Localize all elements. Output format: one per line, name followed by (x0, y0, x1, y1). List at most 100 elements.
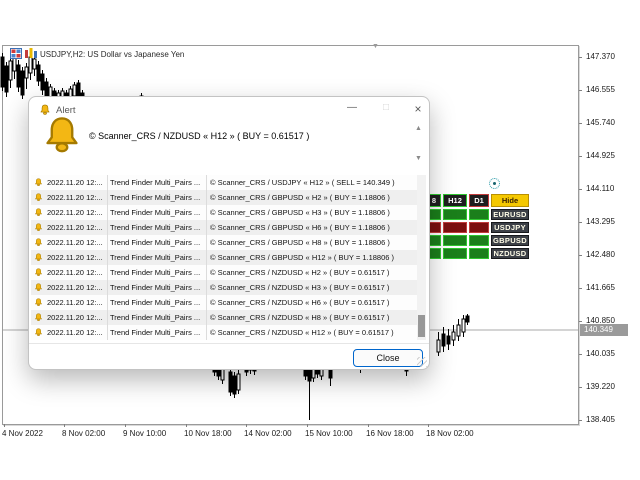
chart-type-icon[interactable] (25, 48, 37, 61)
resize-grip[interactable] (417, 357, 427, 367)
symbols-grid-icon[interactable] (10, 48, 22, 61)
close-button[interactable]: Close (353, 349, 423, 367)
time-axis-label: 10 Nov 18:00 (184, 429, 232, 438)
pair-label[interactable]: USDJPY (491, 222, 529, 233)
alert-time: 2022.11.20 12:... (47, 310, 108, 325)
minimize-icon[interactable]: — (343, 102, 361, 113)
alert-source: Trend Finder Multi_Pairs ... (108, 325, 207, 340)
close-icon[interactable]: × (409, 102, 427, 116)
bell-icon (31, 283, 47, 292)
alert-time: 2022.11.20 12:... (47, 295, 108, 310)
price-tick (579, 123, 582, 124)
pair-label[interactable]: GBPUSD (491, 235, 529, 246)
alert-row[interactable]: 2022.11.20 12:... Trend Finder Multi_Pair… (31, 205, 417, 220)
price-tick (579, 90, 582, 91)
divider (29, 343, 429, 344)
time-axis-label: 9 Nov 10:00 (123, 429, 167, 438)
alert-time: 2022.11.20 12:... (47, 235, 108, 250)
signal-cell[interactable] (443, 209, 467, 220)
alert-row[interactable]: 2022.11.20 12:... Trend Finder Multi_Pair… (31, 250, 417, 265)
metatrader-window: USDJPY,H2: US Dollar vs Japanese Yen ▼ 1… (0, 0, 640, 480)
alert-source: Trend Finder Multi_Pairs ... (108, 205, 207, 220)
alert-row[interactable]: 2022.11.20 12:... Trend Finder Multi_Pair… (31, 175, 417, 190)
price-tick (579, 321, 582, 322)
alert-time: 2022.11.20 12:... (47, 325, 108, 340)
alert-source: Trend Finder Multi_Pairs ... (108, 175, 207, 190)
pair-label[interactable]: EURUSD (491, 209, 529, 220)
alert-row[interactable]: 2022.11.20 12:... Trend Finder Multi_Pair… (31, 325, 417, 340)
signal-cell[interactable] (443, 248, 467, 259)
alert-source: Trend Finder Multi_Pairs ... (108, 295, 207, 310)
alert-message: © Scanner_CRS / NZDUSD « H3 » ( BUY = 0.… (210, 283, 390, 292)
pair-label[interactable]: NZDUSD (491, 248, 529, 259)
scroll-down-icon[interactable]: ▼ (415, 155, 422, 162)
time-axis-label: 8 Nov 02:00 (62, 429, 106, 438)
bell-icon (31, 178, 47, 187)
scanner-grid: 8 H12 D1 Hide EURUSD USDJPY GBPUSD NZDUSD (427, 194, 529, 259)
alert-message: © Scanner_CRS / NZDUSD « H6 » ( BUY = 0.… (210, 298, 390, 307)
scrollbar-thumb[interactable] (418, 315, 425, 337)
panel-column-header[interactable]: H12 (443, 194, 467, 207)
dialog-titlebar[interactable]: Alert — □ × (29, 97, 429, 123)
bell-icon (31, 223, 47, 232)
price-axis-label: 140.035 (586, 349, 615, 358)
bell-icon (31, 193, 47, 202)
alert-header: © Scanner_CRS / NZDUSD « H12 » ( BUY = 0… (29, 117, 429, 175)
alert-row[interactable]: 2022.11.20 12:... Trend Finder Multi_Pair… (31, 280, 417, 295)
alert-bell-icon (41, 115, 83, 157)
alert-row[interactable]: 2022.11.20 12:... Trend Finder Multi_Pair… (31, 310, 417, 325)
alert-list: 2022.11.20 12:... Trend Finder Multi_Pair… (31, 175, 417, 340)
price-axis-label: 141.665 (586, 283, 615, 292)
chart-title: USDJPY,H2: US Dollar vs Japanese Yen (40, 50, 185, 59)
alert-time: 2022.11.20 12:... (47, 265, 108, 280)
alert-source: Trend Finder Multi_Pairs ... (108, 265, 207, 280)
alert-message: © Scanner_CRS / NZDUSD « H8 » ( BUY = 0.… (210, 313, 390, 322)
alert-row[interactable]: 2022.11.20 12:... Trend Finder Multi_Pair… (31, 220, 417, 235)
autoscroll-marker-icon: ▼ (372, 43, 379, 50)
price-axis-label: 138.405 (586, 415, 615, 424)
chart-title-row: USDJPY,H2: US Dollar vs Japanese Yen (10, 48, 184, 61)
bell-icon (31, 208, 47, 217)
time-axis-label: 15 Nov 10:00 (305, 429, 353, 438)
price-tick (579, 387, 582, 388)
alert-row[interactable]: 2022.11.20 12:... Trend Finder Multi_Pair… (31, 265, 417, 280)
bell-icon (31, 328, 47, 337)
bell-icon (31, 253, 47, 262)
time-axis-label: 14 Nov 02:00 (244, 429, 292, 438)
hide-button[interactable]: Hide (491, 194, 529, 207)
price-axis[interactable]: 147.370 146.555 145.740 144.925 144.110 143.2… (579, 0, 640, 480)
alert-message: © Scanner_CRS / GBPUSD « H12 » ( BUY = 1… (210, 253, 395, 262)
price-axis-label: 146.555 (586, 85, 615, 94)
current-price-tag: 140.349 (580, 324, 628, 336)
alert-time: 2022.11.20 12:... (47, 220, 108, 235)
alert-message: © Scanner_CRS / NZDUSD « H12 » ( BUY = 0… (210, 328, 394, 337)
alert-message: © Scanner_CRS / GBPUSD « H8 » ( BUY = 1.… (210, 238, 390, 247)
price-tick (579, 222, 582, 223)
alert-message: © Scanner_CRS / USDJPY « H12 » ( SELL = … (210, 178, 395, 187)
alert-row[interactable]: 2022.11.20 12:... Trend Finder Multi_Pair… (31, 295, 417, 310)
price-axis-label: 142.480 (586, 250, 615, 259)
signal-cell[interactable] (443, 235, 467, 246)
bell-icon (31, 313, 47, 322)
signal-cell[interactable] (469, 209, 489, 220)
signal-cell[interactable] (469, 222, 489, 233)
alert-message: © Scanner_CRS / GBPUSD « H6 » ( BUY = 1.… (210, 223, 390, 232)
bell-icon (31, 298, 47, 307)
price-tick (579, 57, 582, 58)
alert-main-message: © Scanner_CRS / NZDUSD « H12 » ( BUY = 0… (89, 131, 310, 141)
spinner-icon[interactable] (489, 178, 500, 189)
panel-column-header[interactable]: D1 (469, 194, 489, 207)
scrollbar[interactable] (417, 175, 426, 340)
time-axis-label: 18 Nov 02:00 (426, 429, 474, 438)
alert-row[interactable]: 2022.11.20 12:... Trend Finder Multi_Pair… (31, 190, 417, 205)
signal-cell[interactable] (443, 222, 467, 233)
price-tick (579, 288, 582, 289)
signal-cell[interactable] (469, 235, 489, 246)
price-axis-label: 139.220 (586, 382, 615, 391)
signal-cell[interactable] (469, 248, 489, 259)
alert-row[interactable]: 2022.11.20 12:... Trend Finder Multi_Pair… (31, 235, 417, 250)
scroll-up-icon[interactable]: ▲ (415, 125, 422, 132)
price-tick (579, 255, 582, 256)
price-axis-label: 147.370 (586, 52, 615, 61)
maximize-icon[interactable]: □ (377, 102, 395, 113)
